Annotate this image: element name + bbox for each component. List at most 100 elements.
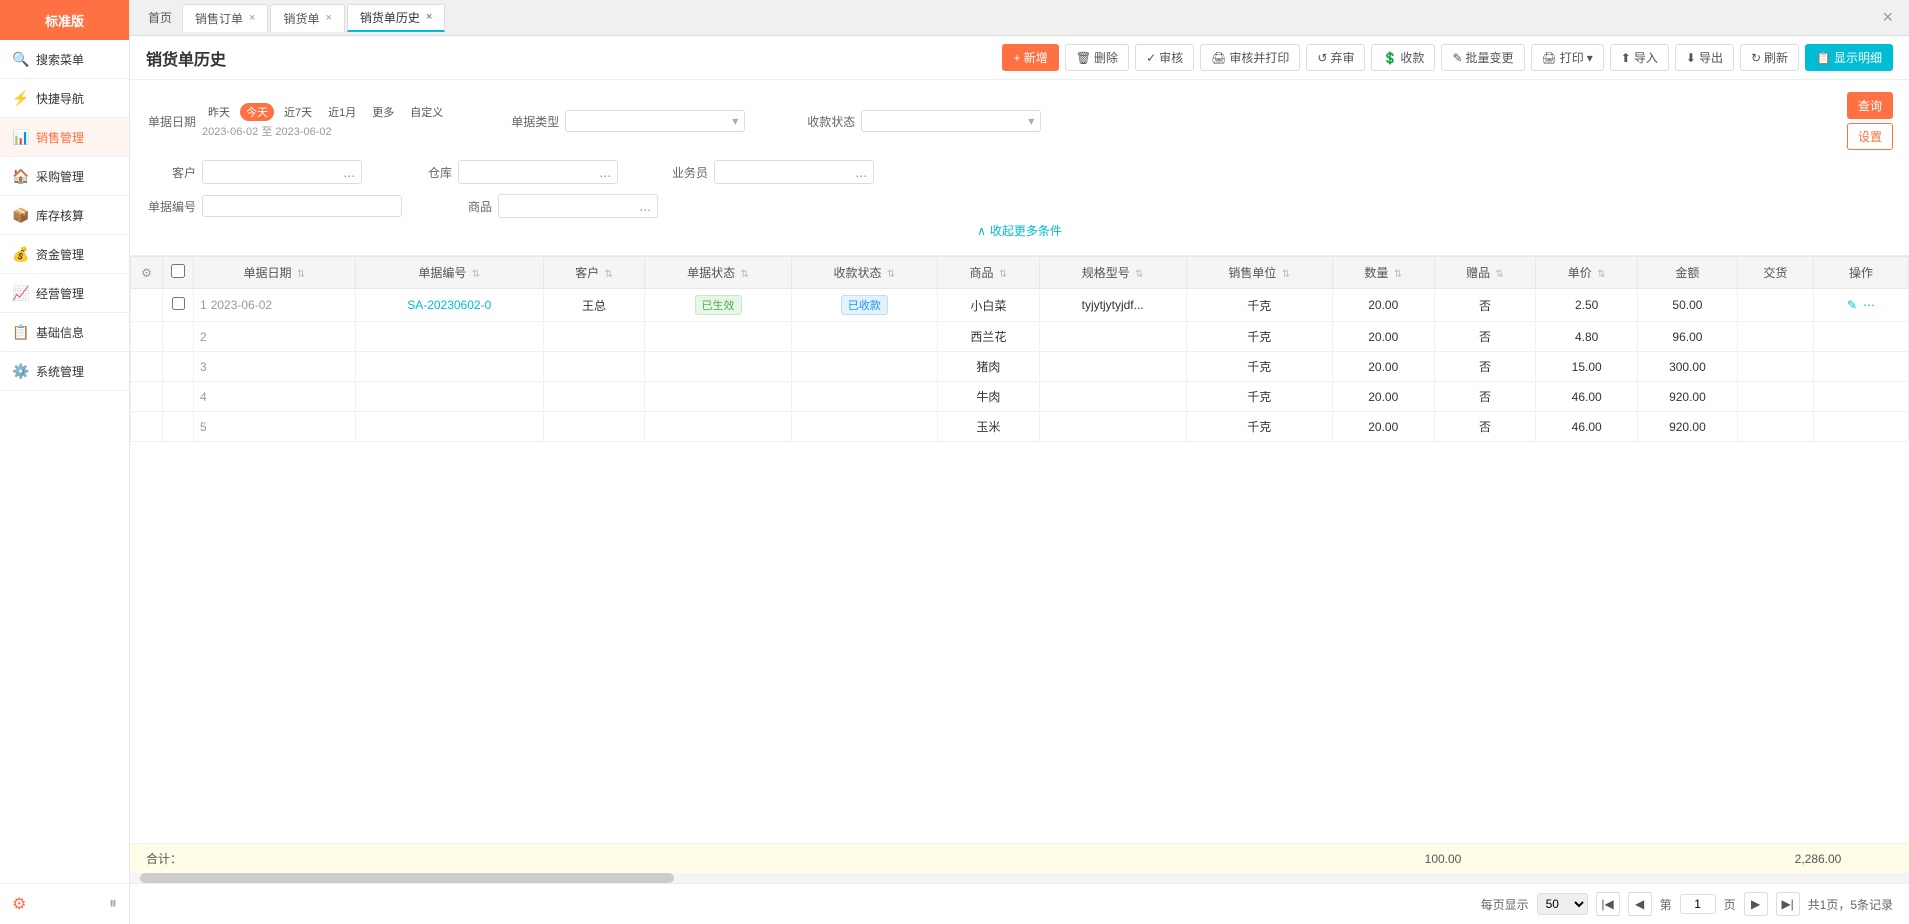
- toolbar: + 新增 🗑 删除 ✓ 审核 🖨 审核并打印 ↺ 弃审: [1002, 44, 1893, 71]
- cell-doc-no: [355, 382, 543, 412]
- date-tag-today[interactable]: 今天: [240, 103, 274, 121]
- query-button[interactable]: 查询: [1847, 92, 1893, 119]
- col-spec[interactable]: 规格型号 ⇅: [1039, 257, 1186, 289]
- total-info: 共1页，5条记录: [1808, 896, 1893, 913]
- refresh-icon: ↻: [1751, 51, 1761, 65]
- import-icon: ⬆: [1621, 51, 1631, 65]
- cell-goods: 猪肉: [938, 352, 1040, 382]
- settings-filter-button[interactable]: 设置: [1847, 123, 1893, 150]
- close-all-tabs-button[interactable]: ×: [1874, 7, 1901, 28]
- col-doc-date[interactable]: 单据日期 ⇅: [194, 257, 356, 289]
- collapse-filter-button[interactable]: ∧ 收起更多条件: [146, 218, 1893, 243]
- first-page-button[interactable]: |◀: [1596, 892, 1620, 916]
- sidebar-item-label: 采购管理: [36, 168, 84, 185]
- refresh-button[interactable]: ↻ 刷新: [1740, 44, 1799, 71]
- date-tag-7days[interactable]: 近7天: [278, 103, 318, 121]
- sidebar-item-system[interactable]: ⚙️ 系统管理: [0, 352, 129, 391]
- data-table: ⚙ 单据日期 ⇅ 单据编号 ⇅ 客户 ⇅ 单据状态 ⇅ 收款状态 ⇅ 商品 ⇅ …: [130, 256, 1909, 442]
- page-input[interactable]: [1680, 894, 1716, 914]
- col-doc-status[interactable]: 单据状态 ⇅: [645, 257, 791, 289]
- print-button[interactable]: 🖨 打印 ▾: [1531, 44, 1604, 71]
- more-action-button[interactable]: ⋯: [1860, 298, 1878, 312]
- per-page-select[interactable]: 50 100 200: [1537, 893, 1588, 915]
- export-button[interactable]: ⬇ 导出: [1675, 44, 1734, 71]
- quick-nav-icon: ⚡: [12, 89, 30, 107]
- sidebar-item-purchase[interactable]: 🏠 采购管理: [0, 157, 129, 196]
- cell-unit-price: 2.50: [1536, 289, 1638, 322]
- cell-doc-no: [355, 412, 543, 442]
- last-page-button[interactable]: ▶|: [1776, 892, 1800, 916]
- date-tag-more[interactable]: 更多: [366, 103, 400, 121]
- sidebar-item-basic-info[interactable]: 📋 基础信息: [0, 313, 129, 352]
- sidebar-item-label: 快捷导航: [36, 90, 84, 107]
- sidebar-collapse-icon[interactable]: ⏸: [109, 895, 117, 913]
- col-unit-price[interactable]: 单价 ⇅: [1536, 257, 1638, 289]
- sidebar-item-inventory[interactable]: 📦 库存核算: [0, 196, 129, 235]
- review-print-button[interactable]: 🖨 审核并打印: [1200, 44, 1300, 71]
- col-settings[interactable]: ⚙: [131, 257, 163, 289]
- next-page-button[interactable]: ▶: [1744, 892, 1768, 916]
- tab-bar-right: ×: [1874, 7, 1901, 28]
- tab-sales-delivery[interactable]: 销货单 ×: [270, 4, 344, 32]
- col-doc-no[interactable]: 单据编号 ⇅: [355, 257, 543, 289]
- sidebar-item-label: 销售管理: [36, 129, 84, 146]
- table-row: 12023-06-02 SA-20230602-0 王总 已生效 已收款 小白菜…: [131, 289, 1909, 322]
- select-all-checkbox[interactable]: [171, 264, 185, 278]
- print-dropdown-icon: ▾: [1587, 51, 1593, 65]
- cell-quantity: 20.00: [1332, 382, 1434, 412]
- doc-no-link[interactable]: SA-20230602-0: [407, 298, 491, 312]
- doc-no-input[interactable]: [202, 195, 402, 217]
- prev-page-button[interactable]: ◀: [1628, 892, 1652, 916]
- batch-change-button[interactable]: ✎ 批量变更: [1441, 44, 1524, 71]
- date-tag-yesterday[interactable]: 昨天: [202, 103, 236, 121]
- col-customer[interactable]: 客户 ⇅: [543, 257, 645, 289]
- sidebar-settings-icon[interactable]: ⚙: [12, 894, 26, 914]
- review-button[interactable]: ✓ 审核: [1135, 44, 1194, 71]
- col-payment-status[interactable]: 收款状态 ⇅: [791, 257, 937, 289]
- sidebar: 标准版 🔍 搜索菜单 ⚡ 快捷导航 📊 销售管理 🏠 采购管理 📦 库存核算 💰…: [0, 0, 130, 924]
- row-checkbox[interactable]: [172, 297, 185, 310]
- show-details-button[interactable]: 📋 显示明细: [1805, 44, 1893, 71]
- sidebar-item-sales[interactable]: 📊 销售管理: [0, 118, 129, 157]
- cell-actions: [1814, 412, 1909, 442]
- delete-button[interactable]: 🗑 删除: [1065, 44, 1129, 71]
- abandon-button[interactable]: ↺ 弃审: [1306, 44, 1365, 71]
- cell-checkbox: [163, 289, 194, 322]
- date-tag-1month[interactable]: 近1月: [322, 103, 362, 121]
- collect-button[interactable]: 💲 收款: [1371, 44, 1435, 71]
- sidebar-item-search[interactable]: 🔍 搜索菜单: [0, 40, 129, 79]
- doc-no-label: 单据编号: [146, 198, 196, 215]
- sidebar-item-operations[interactable]: 📈 经营管理: [0, 274, 129, 313]
- col-unit[interactable]: 销售单位 ⇅: [1186, 257, 1332, 289]
- tab-home[interactable]: 首页: [138, 9, 182, 26]
- customer-picker-icon[interactable]: ...: [343, 164, 355, 180]
- col-gift[interactable]: 赠品 ⇅: [1434, 257, 1536, 289]
- scrollbar-thumb[interactable]: [140, 873, 674, 883]
- sort-icon: ⇅: [1597, 269, 1605, 280]
- col-quantity[interactable]: 数量 ⇅: [1332, 257, 1434, 289]
- tab-close-sales-order[interactable]: ×: [249, 12, 255, 24]
- cell-payment-status: [791, 322, 937, 352]
- col-goods[interactable]: 商品 ⇅: [938, 257, 1040, 289]
- filter-goods: 商品 ...: [442, 194, 658, 218]
- salesperson-picker-icon[interactable]: ...: [855, 164, 867, 180]
- pagination-bar: 每页显示 50 100 200 |◀ ◀ 第 页 ▶ ▶| 共1页，5条记录: [130, 883, 1909, 924]
- tab-close-sales-delivery[interactable]: ×: [325, 12, 331, 24]
- table-settings-icon[interactable]: ⚙: [141, 266, 152, 280]
- tab-close-sales-history[interactable]: ×: [426, 11, 432, 23]
- new-button[interactable]: + 新增: [1002, 44, 1058, 71]
- date-tag-custom[interactable]: 自定义: [404, 103, 449, 121]
- cell-amount: 96.00: [1638, 322, 1738, 352]
- horizontal-scrollbar[interactable]: [130, 873, 1909, 883]
- sort-icon: ⇅: [1282, 269, 1290, 280]
- cell-actions: [1814, 382, 1909, 412]
- warehouse-picker-icon[interactable]: ...: [599, 164, 611, 180]
- sidebar-item-finance[interactable]: 💰 资金管理: [0, 235, 129, 274]
- tab-sales-history[interactable]: 销货单历史 ×: [347, 4, 445, 32]
- goods-picker-icon[interactable]: ...: [639, 198, 651, 214]
- edit-action-button[interactable]: ✎: [1844, 298, 1860, 312]
- import-button[interactable]: ⬆ 导入: [1610, 44, 1669, 71]
- sidebar-item-quicknav[interactable]: ⚡ 快捷导航: [0, 79, 129, 118]
- cell-amount: 920.00: [1638, 412, 1738, 442]
- tab-sales-order[interactable]: 销售订单 ×: [182, 4, 268, 32]
